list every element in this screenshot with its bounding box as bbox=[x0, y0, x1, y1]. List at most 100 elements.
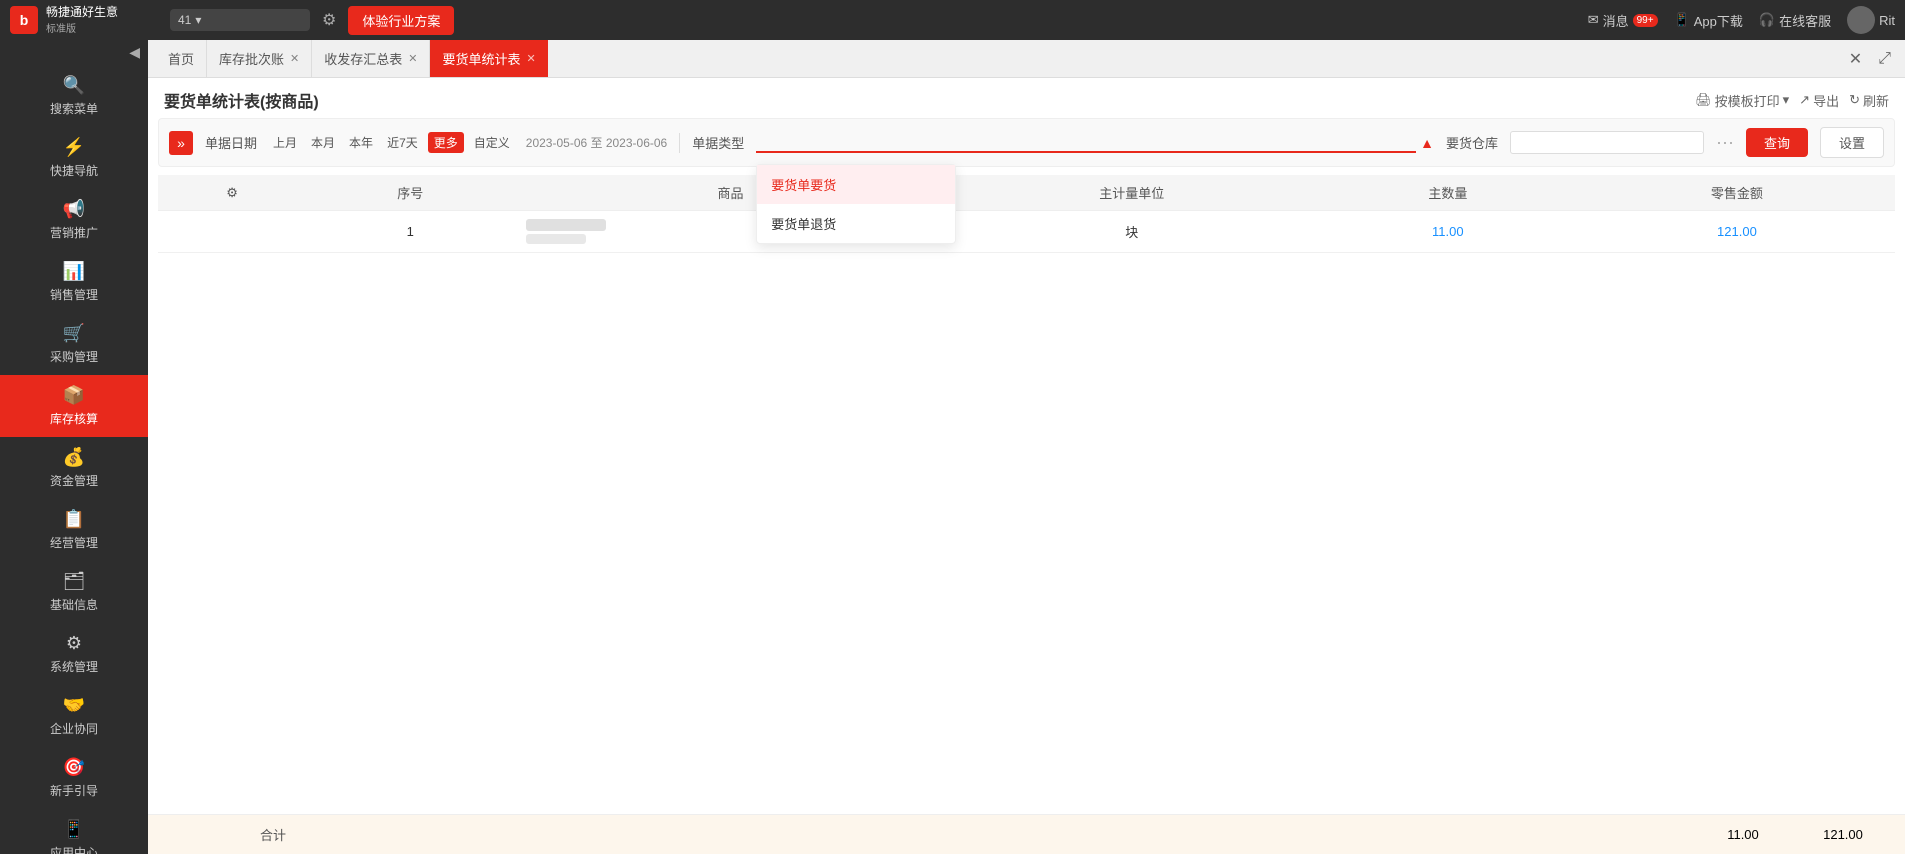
dropdown-item-order-goods[interactable]: 要货单要货 bbox=[757, 165, 955, 204]
warehouse-input[interactable] bbox=[1510, 131, 1704, 154]
cell-amount-0: 121.00 bbox=[1579, 211, 1895, 253]
sidebar-item-guide[interactable]: 🎯 新手引导 bbox=[0, 747, 148, 809]
app-sub: 标准版 bbox=[46, 20, 118, 35]
sidebar-item-purchase[interactable]: 🛒 采购管理 bbox=[0, 313, 148, 375]
avatar-image bbox=[1847, 6, 1875, 34]
col-settings[interactable]: ⚙ bbox=[158, 175, 306, 211]
tab-bar-actions: ✕ ⤢ bbox=[1843, 47, 1897, 71]
sidebar-label-operation: 经营管理 bbox=[50, 534, 98, 551]
tab-home[interactable]: 首页 bbox=[156, 40, 207, 77]
col-seq: 序号 bbox=[306, 175, 514, 211]
sidebar-icon-enterprise: 🤝 bbox=[63, 695, 85, 716]
online-service-label: 在线客服 bbox=[1779, 11, 1831, 30]
warehouse-label: 要货仓库 bbox=[1446, 133, 1498, 152]
type-label: 单据类型 bbox=[692, 133, 744, 152]
top-header: b 畅捷通好生意 标准版 41 ▾ ⚙ 体验行业方案 ✉ 消息 99+ 📱 Ap… bbox=[0, 0, 1905, 40]
tab-label-batch: 库存批次账 bbox=[219, 49, 284, 68]
tab-expand-icon[interactable]: ⤢ bbox=[1872, 48, 1897, 70]
store-name: 41 bbox=[178, 13, 191, 27]
sidebar-label-inventory: 库存核算 bbox=[50, 410, 98, 427]
sidebar-label-apps: 应用中心 bbox=[50, 844, 98, 854]
sidebar-icon-sales: 📊 bbox=[63, 261, 85, 282]
sidebar-icon-guide: 🎯 bbox=[63, 757, 85, 778]
message-icon: ✉ bbox=[1588, 12, 1599, 28]
trial-button[interactable]: 体验行业方案 bbox=[348, 6, 454, 35]
filter-divider bbox=[679, 133, 680, 153]
sidebar-label-purchase: 采购管理 bbox=[50, 348, 98, 365]
online-service-button[interactable]: 🎧 在线客服 bbox=[1759, 11, 1831, 30]
refresh-label: 刷新 bbox=[1863, 91, 1889, 110]
date-last-7days[interactable]: 近7天 bbox=[383, 132, 422, 153]
sidebar-icon-inventory: 📦 bbox=[63, 385, 85, 406]
header-settings-icon[interactable]: ⚙ bbox=[318, 6, 340, 34]
main-layout: ◀ 🔍 搜索菜单 ⚡ 快捷导航 📢 营销推广 📊 销售管理 🛒 采购管理 📦 库… bbox=[0, 40, 1905, 854]
user-avatar[interactable]: Rit bbox=[1847, 6, 1895, 34]
data-table: ⚙ 序号 商品 主计量单位 主数量 零售金额 1 块 bbox=[158, 175, 1895, 253]
cell-qty-0: 11.00 bbox=[1317, 211, 1579, 253]
logo-area: b 畅捷通好生意 标准版 bbox=[10, 5, 160, 34]
sidebar-item-basic[interactable]: 🗂 基础信息 bbox=[0, 561, 148, 623]
sidebar-item-operation[interactable]: 📋 经营管理 bbox=[0, 499, 148, 561]
sidebar-label-system: 系统管理 bbox=[50, 658, 98, 675]
date-custom[interactable]: 自定义 bbox=[470, 132, 514, 153]
app-download-button[interactable]: 📱 App下载 bbox=[1674, 11, 1743, 30]
chevron-down-icon: ▾ bbox=[195, 13, 201, 27]
page-content: 要货单统计表(按商品) 🖨 按模板打印 ▾ ↗ 导出 ↻ 刷新 bbox=[148, 78, 1905, 854]
export-icon: ↗ bbox=[1799, 92, 1810, 108]
settings-button[interactable]: 设置 bbox=[1820, 127, 1884, 158]
sidebar-item-apps[interactable]: 📱 应用中心 bbox=[0, 809, 148, 854]
download-icon: 📱 bbox=[1674, 12, 1690, 28]
sidebar-item-sales[interactable]: 📊 销售管理 bbox=[0, 251, 148, 313]
tab-batch[interactable]: 库存批次账 ✕ bbox=[207, 40, 312, 77]
filter-expand-button[interactable]: » bbox=[169, 131, 193, 155]
sidebar-item-marketing[interactable]: 📢 营销推广 bbox=[0, 189, 148, 251]
sidebar-item-enterprise[interactable]: 🤝 企业协同 bbox=[0, 685, 148, 747]
date-this-month[interactable]: 本月 bbox=[307, 132, 339, 153]
type-select-input[interactable] bbox=[756, 132, 1416, 153]
sidebar-item-inventory[interactable]: 📦 库存核算 bbox=[0, 375, 148, 437]
content-area: 首页库存批次账✕收发存汇总表✕要货单统计表✕ ✕ ⤢ 要货单统计表(按商品) 🖨… bbox=[148, 40, 1905, 854]
tab-close-receivable[interactable]: ✕ bbox=[408, 52, 417, 65]
sidebar-item-shortcut[interactable]: ⚡ 快捷导航 bbox=[0, 127, 148, 189]
date-this-year[interactable]: 本年 bbox=[345, 132, 377, 153]
tab-close-batch[interactable]: ✕ bbox=[290, 52, 299, 65]
page-header: 要货单统计表(按商品) 🖨 按模板打印 ▾ ↗ 导出 ↻ 刷新 bbox=[148, 78, 1905, 118]
sidebar-toggle[interactable]: ◀ bbox=[0, 40, 148, 65]
message-button[interactable]: ✉ 消息 99+ bbox=[1588, 11, 1658, 30]
message-badge: 99+ bbox=[1633, 14, 1658, 27]
tab-order-stat[interactable]: 要货单统计表✕ bbox=[430, 40, 547, 77]
tab-close-all-icon[interactable]: ✕ bbox=[1843, 47, 1868, 71]
date-last-month[interactable]: 上月 bbox=[269, 132, 301, 153]
app-name: 畅捷通好生意 bbox=[46, 5, 118, 19]
sidebar-icon-system: ⚙ bbox=[66, 633, 82, 654]
sidebar-label-marketing: 营销推广 bbox=[50, 224, 98, 241]
type-dropdown: 要货单要货 要货单退货 bbox=[756, 164, 956, 244]
tabs-container: 首页库存批次账✕收发存汇总表✕要货单统计表✕ bbox=[156, 40, 548, 77]
sidebar-item-system[interactable]: ⚙ 系统管理 bbox=[0, 623, 148, 685]
store-selector[interactable]: 41 ▾ bbox=[170, 9, 310, 31]
dropdown-item-order-return[interactable]: 要货单退货 bbox=[757, 204, 955, 243]
col-amount: 零售金额 bbox=[1579, 175, 1895, 211]
more-filters-icon[interactable]: ··· bbox=[1716, 132, 1734, 153]
date-more[interactable]: 更多 bbox=[428, 132, 464, 153]
print-button[interactable]: 🖨 按模板打印 ▾ bbox=[1695, 91, 1789, 110]
tab-bar: 首页库存批次账✕收发存汇总表✕要货单统计表✕ ✕ ⤢ bbox=[148, 40, 1905, 78]
sidebar-label-shortcut: 快捷导航 bbox=[50, 162, 98, 179]
refresh-icon: ↻ bbox=[1849, 92, 1860, 108]
tab-receivable[interactable]: 收发存汇总表✕ bbox=[312, 40, 430, 77]
tab-close-order-stat[interactable]: ✕ bbox=[527, 52, 536, 65]
export-button[interactable]: ↗ 导出 bbox=[1799, 91, 1839, 110]
sidebar-nav: 🔍 搜索菜单 ⚡ 快捷导航 📢 营销推广 📊 销售管理 🛒 采购管理 📦 库存核… bbox=[0, 65, 148, 854]
footer-label: 合计 bbox=[210, 825, 410, 844]
sidebar-item-finance[interactable]: 💰 资金管理 bbox=[0, 437, 148, 499]
cell-unit-0: 块 bbox=[947, 211, 1317, 253]
sidebar-item-search[interactable]: 🔍 搜索菜单 bbox=[0, 65, 148, 127]
sidebar-icon-basic: 🗂 bbox=[63, 571, 86, 592]
type-select-arrow-icon[interactable]: ▲ bbox=[1420, 135, 1434, 151]
refresh-button[interactable]: ↻ 刷新 bbox=[1849, 91, 1889, 110]
export-label: 导出 bbox=[1813, 91, 1839, 110]
tab-label-home: 首页 bbox=[168, 49, 194, 68]
filter-row: » 单据日期 上月 本月 本年 近7天 更多 自定义 2023-05-06 至 … bbox=[169, 127, 1884, 158]
query-button[interactable]: 查询 bbox=[1746, 128, 1808, 157]
sidebar-icon-apps: 📱 bbox=[63, 819, 85, 840]
